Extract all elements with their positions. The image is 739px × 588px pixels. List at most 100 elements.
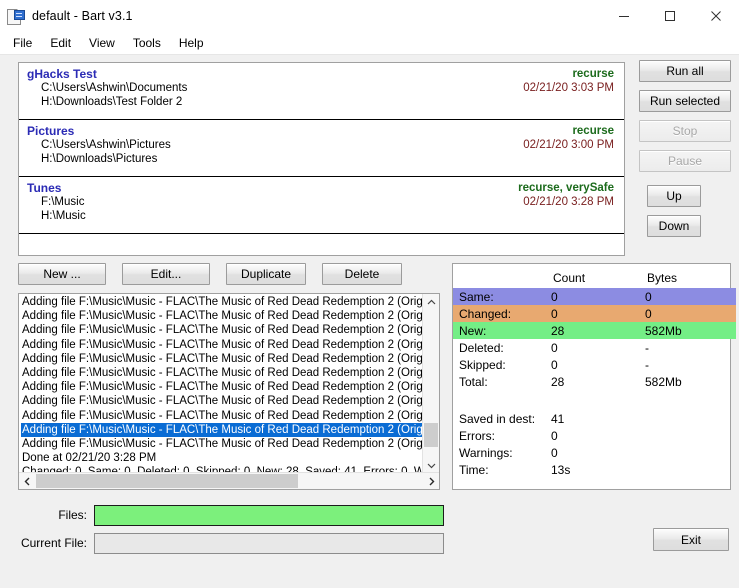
log-horizontal-scrollbar[interactable] bbox=[19, 472, 439, 489]
log-line[interactable]: Adding file F:\Music\Music - FLAC\The Mu… bbox=[21, 352, 423, 366]
menu-item-help[interactable]: Help bbox=[173, 34, 213, 53]
log-horizontal-scroll-thumb[interactable] bbox=[36, 474, 298, 488]
menu-item-tools[interactable]: Tools bbox=[127, 34, 170, 53]
statistics-summary-blank bbox=[645, 444, 736, 461]
statistics-row-label: Same: bbox=[459, 289, 494, 304]
statistics-row-count: 0 bbox=[551, 289, 558, 304]
exit-button[interactable]: Exit bbox=[653, 528, 729, 551]
statistics-row-label: Skipped: bbox=[459, 357, 506, 372]
job-destination-path: H:\Music bbox=[41, 210, 86, 222]
move-down-button[interactable]: Down bbox=[647, 215, 701, 237]
duplicate-button[interactable]: Duplicate bbox=[226, 263, 306, 285]
document-app-icon bbox=[7, 8, 25, 25]
scroll-left-icon[interactable] bbox=[19, 473, 35, 489]
statistics-summary-row: Saved in dest: 41 bbox=[453, 410, 736, 427]
statistics-row-bytes: 582Mb bbox=[645, 323, 682, 338]
statistics-table: Count Bytes Same: 0 0 Changed: 0 0 New: 28 582Mb De… bbox=[453, 264, 736, 478]
statistics-summary-label: Errors: bbox=[459, 428, 495, 443]
statistics-summary-row: Warnings: 0 bbox=[453, 444, 736, 461]
log-line[interactable]: Adding file F:\Music\Music - FLAC\The Mu… bbox=[21, 309, 423, 323]
job-list-item[interactable]: gHacks Test C:\Users\Ashwin\Documents H:… bbox=[19, 63, 624, 120]
log-line[interactable]: Adding file F:\Music\Music - FLAC\The Mu… bbox=[21, 394, 423, 408]
log-line[interactable]: Adding file F:\Music\Music - FLAC\The Mu… bbox=[21, 409, 423, 423]
statistics-summary-label: Saved in dest: bbox=[459, 411, 536, 426]
log-line[interactable]: Adding file F:\Music\Music - FLAC\The Mu… bbox=[21, 295, 423, 309]
statistics-row: Total: 28 582Mb bbox=[453, 373, 736, 390]
menu-item-view[interactable]: View bbox=[83, 34, 124, 53]
job-name: Pictures bbox=[27, 124, 75, 138]
log-line[interactable]: Done at 02/21/20 3:28 PM bbox=[21, 451, 423, 465]
log-line[interactable]: Adding file F:\Music\Music - FLAC\The Mu… bbox=[21, 338, 423, 352]
statistics-row: Deleted: 0 - bbox=[453, 339, 736, 356]
statistics-row-bytes: 0 bbox=[645, 306, 652, 321]
statistics-summary-value: 0 bbox=[551, 445, 558, 460]
statistics-summary-value: 41 bbox=[551, 411, 565, 426]
statistics-summary-value: 0 bbox=[551, 428, 558, 443]
statistics-header-count: Count bbox=[553, 270, 586, 285]
statistics-summary-label: Warnings: bbox=[459, 445, 513, 460]
client-area: gHacks Test C:\Users\Ashwin\Documents H:… bbox=[0, 55, 739, 588]
log-output-panel[interactable]: Adding file F:\Music\Music - FLAC\The Mu… bbox=[18, 293, 440, 490]
pause-button[interactable]: Pause bbox=[639, 150, 731, 172]
delete-button[interactable]: Delete bbox=[322, 263, 402, 285]
statistics-row-label: Total: bbox=[459, 374, 488, 389]
statistics-panel: Count Bytes Same: 0 0 Changed: 0 0 New: 28 582Mb De… bbox=[452, 263, 736, 490]
maximize-icon[interactable] bbox=[647, 0, 693, 32]
statistics-row-count: 0 bbox=[551, 357, 558, 372]
statistics-summary-label: Time: bbox=[459, 462, 489, 477]
log-line-selected[interactable]: Adding file F:\Music\Music - FLAC\The Mu… bbox=[21, 422, 423, 437]
statistics-row-count: 0 bbox=[551, 306, 558, 321]
scroll-down-icon[interactable] bbox=[423, 457, 439, 473]
log-line[interactable]: Adding file F:\Music\Music - FLAC\The Mu… bbox=[21, 323, 423, 337]
log-vertical-scrollbar[interactable] bbox=[422, 294, 439, 473]
log-line[interactable]: Adding file F:\Music\Music - FLAC\The Mu… bbox=[21, 380, 423, 394]
new-button[interactable]: New ... bbox=[18, 263, 106, 285]
run-selected-button[interactable]: Run selected bbox=[639, 90, 731, 112]
log-line[interactable]: Adding file F:\Music\Music - FLAC\The Mu… bbox=[21, 437, 423, 451]
stop-button[interactable]: Stop bbox=[639, 120, 731, 142]
statistics-summary-blank bbox=[645, 410, 736, 427]
job-name: gHacks Test bbox=[27, 67, 97, 81]
move-up-button[interactable]: Up bbox=[647, 185, 701, 207]
job-timestamp: 02/21/20 3:00 PM bbox=[523, 139, 614, 151]
statistics-row-count: 28 bbox=[551, 323, 565, 338]
statistics-header-blank bbox=[453, 264, 551, 288]
job-flags: recurse bbox=[572, 125, 614, 137]
statistics-summary-blank bbox=[645, 427, 736, 444]
statistics-row: Skipped: 0 - bbox=[453, 356, 736, 373]
current-file-progress-label: Current File: bbox=[20, 536, 87, 550]
statistics-row-label: New: bbox=[459, 323, 487, 338]
close-icon[interactable] bbox=[693, 0, 739, 32]
log-line[interactable]: Adding file F:\Music\Music - FLAC\The Mu… bbox=[21, 366, 423, 380]
statistics-summary-row: Time: 13s bbox=[453, 461, 736, 478]
job-list-item[interactable]: Tunes F:\Music H:\Music recurse, verySaf… bbox=[19, 177, 624, 234]
scroll-right-icon[interactable] bbox=[423, 473, 439, 489]
edit-button[interactable]: Edit... bbox=[122, 263, 210, 285]
statistics-row: Changed: 0 0 bbox=[453, 305, 736, 322]
menu-item-edit[interactable]: Edit bbox=[44, 34, 80, 53]
scroll-up-icon[interactable] bbox=[423, 294, 439, 310]
job-flags: recurse bbox=[572, 68, 614, 80]
menu-bar: File Edit View Tools Help bbox=[0, 32, 739, 55]
statistics-row: New: 28 582Mb bbox=[453, 322, 736, 339]
files-progress-fill bbox=[95, 506, 443, 525]
menu-item-file[interactable]: File bbox=[7, 34, 41, 53]
statistics-summary-row: Errors: 0 bbox=[453, 427, 736, 444]
current-file-progress-bar bbox=[94, 533, 444, 554]
job-list-item[interactable]: Pictures C:\Users\Ashwin\Pictures H:\Dow… bbox=[19, 120, 624, 177]
side-button-group: Run all Run selected Stop Pause Up Down bbox=[639, 60, 731, 245]
job-timestamp: 02/21/20 3:03 PM bbox=[523, 82, 614, 94]
run-all-button[interactable]: Run all bbox=[639, 60, 731, 82]
minimize-icon[interactable] bbox=[601, 0, 647, 32]
statistics-row: Same: 0 0 bbox=[453, 288, 736, 305]
job-timestamp: 02/21/20 3:28 PM bbox=[523, 196, 614, 208]
job-list[interactable]: gHacks Test C:\Users\Ashwin\Documents H:… bbox=[18, 62, 625, 256]
log-vertical-scroll-thumb[interactable] bbox=[424, 423, 438, 447]
statistics-row-bytes: - bbox=[645, 357, 649, 372]
title-bar: default - Bart v3.1 bbox=[0, 0, 739, 32]
statistics-row-label: Changed: bbox=[459, 306, 512, 321]
files-progress-row: Files: bbox=[58, 505, 444, 526]
window-title: default - Bart v3.1 bbox=[32, 9, 133, 23]
statistics-row-bytes: 582Mb bbox=[645, 374, 682, 389]
window-controls bbox=[601, 0, 739, 32]
